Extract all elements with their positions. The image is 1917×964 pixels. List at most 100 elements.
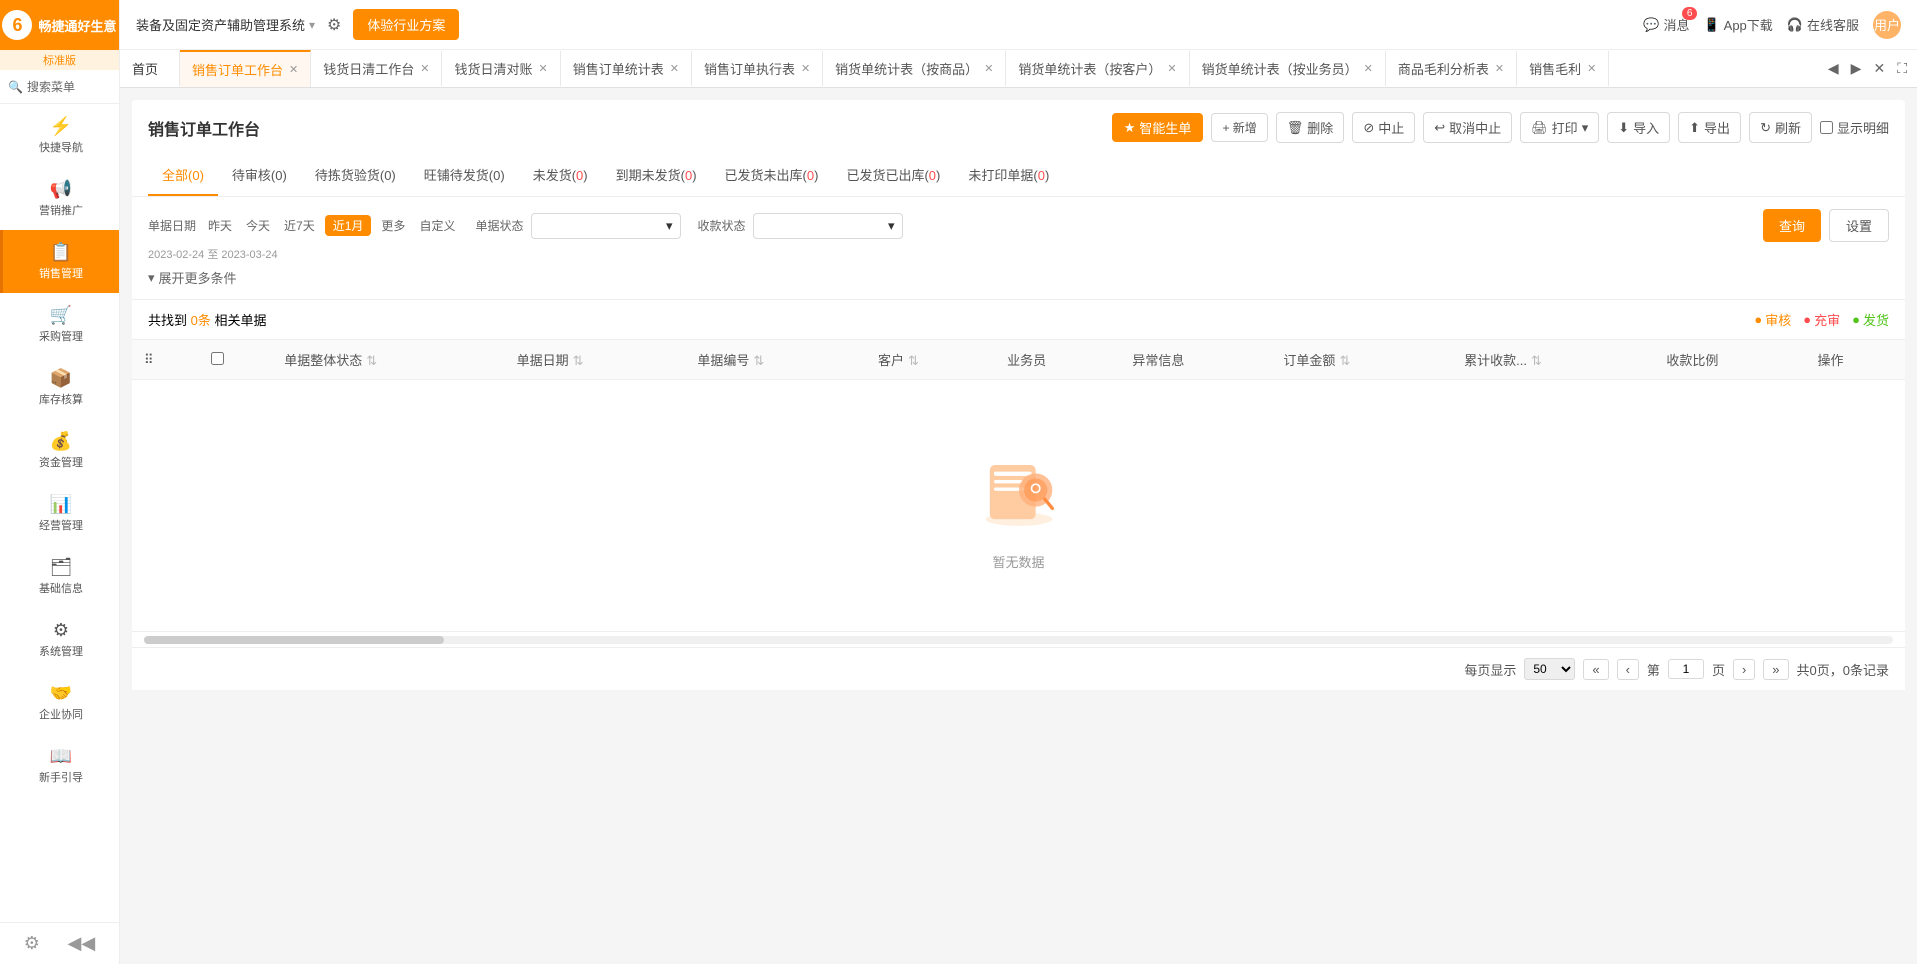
app-download-item[interactable]: 📱 App下载	[1703, 15, 1772, 34]
btn-smart-create[interactable]: ★ 智能生单	[1112, 113, 1204, 142]
btn-add[interactable]: + 新增	[1211, 113, 1267, 142]
date-option-自定义[interactable]: 自定义	[415, 215, 459, 236]
filter-tab-not-shipped[interactable]: 未发货(0)	[519, 155, 602, 196]
sidebar-item-system[interactable]: ⚙系统管理	[0, 608, 119, 671]
drag-icon: ⠿	[144, 352, 154, 367]
sidebar-item-sales[interactable]: 📋销售管理	[0, 230, 119, 293]
filter-tab-pending-check[interactable]: 待拣货验货(0)	[301, 155, 410, 196]
status-select[interactable]: ▾	[531, 213, 681, 239]
show-detail-checkbox[interactable]: 显示明细	[1820, 118, 1889, 137]
tab-close-sales-single-product[interactable]: ✕	[984, 62, 993, 75]
next-page-btn[interactable]: ›	[1733, 659, 1755, 680]
tab-sales-stats[interactable]: 销售订单统计表✕	[561, 51, 692, 86]
date-option-今天[interactable]: 今天	[242, 215, 274, 236]
payment-select[interactable]: ▾	[753, 213, 903, 239]
tab-close-sales-single-staff[interactable]: ✕	[1364, 62, 1373, 75]
expand-btn[interactable]: ▾ 展开更多条件	[148, 268, 237, 287]
sidebar-item-purchase[interactable]: 🛒采购管理	[0, 293, 119, 356]
filter-tab-all[interactable]: 全部(0)	[148, 155, 218, 196]
btn-query[interactable]: 查询	[1763, 209, 1821, 242]
pagination: 每页显示 2050100 « ‹ 第 页 › » 共0页，0条记录	[132, 647, 1905, 690]
page-content: 销售订单工作台 ★ 智能生单 + 新增 🗑 删除 ⊘ 中止 ↩ 取消中止	[120, 88, 1917, 964]
tab-maximize[interactable]: ⛶	[1895, 58, 1909, 79]
tab-close-cash-reconcile[interactable]: ✕	[538, 62, 547, 75]
btn-print[interactable]: 🖨 打印 ▾	[1520, 112, 1599, 143]
page-input[interactable]	[1668, 659, 1704, 679]
table-header: ⠿单据整体状态⇅单据日期⇅单据编号⇅客户⇅业务员异常信息订单金额⇅累计收款...…	[132, 340, 1905, 380]
date-option-更多[interactable]: 更多	[377, 215, 409, 236]
message-item[interactable]: 💬 消息 6	[1643, 15, 1689, 34]
tab-close-sales-exec[interactable]: ✕	[801, 62, 810, 75]
tab-close-gross-margin[interactable]: ✕	[1495, 62, 1504, 75]
tab-close-all[interactable]: ✕	[1871, 58, 1887, 79]
review-icon: ●	[1754, 312, 1762, 327]
filter-tab-shipped-out[interactable]: 已发货已出库(0)	[832, 155, 954, 196]
date-option-近7天[interactable]: 近7天	[280, 215, 319, 236]
filter-tab-overdue-not-shipped[interactable]: 到期未发货(0)	[602, 155, 711, 196]
tab-cash-reconcile[interactable]: 钱货日清对账✕	[442, 51, 560, 86]
status-select-arrow: ▾	[666, 218, 673, 234]
sidebar-item-coop[interactable]: 🤝企业协同	[0, 671, 119, 734]
collapse-icon[interactable]: ◀◀	[68, 933, 96, 954]
tab-close-sales-stats[interactable]: ✕	[670, 62, 679, 75]
tab-nav-prev[interactable]: ◀	[1826, 58, 1841, 79]
prev-page-btn[interactable]: ‹	[1617, 659, 1639, 680]
sidebar-item-quick-nav[interactable]: ⚡快捷导航	[0, 104, 119, 167]
header-settings-icon[interactable]: ⚙	[327, 15, 341, 35]
tab-gross-margin[interactable]: 商品毛利分析表✕	[1386, 51, 1517, 86]
sidebar-item-operation[interactable]: 📊经营管理	[0, 482, 119, 545]
sidebar-item-newbie[interactable]: 📖新手引导	[0, 734, 119, 797]
filter-tab-not-printed[interactable]: 未打印单据(0)	[954, 155, 1063, 196]
tab-sales-single-staff[interactable]: 销货单统计表（按业务员）✕	[1190, 51, 1386, 86]
sidebar-item-finance[interactable]: 💰资金管理	[0, 419, 119, 482]
tab-close-sales-workbench[interactable]: ✕	[289, 63, 298, 76]
btn-export[interactable]: ⬆ 导出	[1678, 112, 1741, 143]
last-page-btn[interactable]: »	[1763, 659, 1788, 680]
filter-tab-wangpu-ship[interactable]: 旺铺待发货(0)	[410, 155, 519, 196]
sidebar-item-inventory[interactable]: 📦库存核算	[0, 356, 119, 419]
tab-sales-more[interactable]: 销售毛利✕	[1517, 51, 1609, 86]
show-detail-input[interactable]	[1820, 121, 1833, 134]
nav-icon-operation: 📊	[50, 494, 72, 515]
select-all-checkbox[interactable]	[211, 352, 224, 365]
tab-sales-single-product[interactable]: 销货单统计表（按商品）✕	[823, 51, 1006, 86]
per-page-select[interactable]: 2050100	[1524, 658, 1575, 680]
scroll-thumb[interactable]	[144, 636, 444, 644]
btn-set[interactable]: 设置	[1829, 209, 1889, 242]
filter-tab-shipped-not-out[interactable]: 已发货未出库(0)	[711, 155, 833, 196]
data-table: ⠿单据整体状态⇅单据日期⇅单据编号⇅客户⇅业务员异常信息订单金额⇅累计收款...…	[132, 340, 1905, 380]
tab-sales-workbench[interactable]: 销售订单工作台✕	[180, 50, 311, 87]
tab-close-sales-single-customer[interactable]: ✕	[1167, 62, 1176, 75]
th-check[interactable]	[199, 340, 273, 380]
total-text: 共0页，0条记录	[1797, 660, 1889, 679]
sidebar-search[interactable]: 🔍 搜索菜单	[0, 70, 119, 104]
tab-home[interactable]: 首页	[120, 51, 180, 86]
sidebar-item-base-info[interactable]: 🗂基础信息	[0, 545, 119, 608]
tab-sales-exec[interactable]: 销售订单执行表✕	[692, 51, 823, 86]
user-item[interactable]: 用户	[1873, 11, 1901, 39]
first-page-btn[interactable]: «	[1583, 659, 1608, 680]
btn-refresh[interactable]: ↻ 刷新	[1749, 112, 1812, 143]
tab-cash-daily[interactable]: 钱货日清工作台✕	[311, 51, 442, 86]
tab-sales-single-customer[interactable]: 销货单统计表（按客户）✕	[1006, 51, 1189, 86]
sidebar-item-marketing[interactable]: 📢营销推广	[0, 167, 119, 230]
btn-import[interactable]: ⬇ 导入	[1607, 112, 1670, 143]
tab-close-sales-more[interactable]: ✕	[1587, 62, 1596, 75]
tab-nav-next[interactable]: ▶	[1849, 58, 1864, 79]
scroll-bar[interactable]	[132, 631, 1905, 647]
btn-batch-ship[interactable]: ● 发货	[1852, 310, 1889, 329]
date-options: 昨天今天近7天近1月更多自定义	[204, 215, 459, 236]
btn-stop[interactable]: ⊘ 中止	[1352, 112, 1415, 143]
btn-industry[interactable]: 体验行业方案	[353, 9, 459, 40]
filter-tab-pending-review[interactable]: 待审核(0)	[218, 155, 301, 196]
date-option-近1月[interactable]: 近1月	[325, 215, 372, 236]
btn-cancel-stop[interactable]: ↩ 取消中止	[1423, 112, 1512, 143]
dropdown-arrow-icon[interactable]: ▾	[309, 18, 315, 32]
btn-batch-cancel[interactable]: ● 充审	[1803, 310, 1840, 329]
btn-delete[interactable]: 🗑 删除	[1276, 112, 1345, 143]
online-service-item[interactable]: 🎧 在线客服	[1787, 15, 1859, 34]
date-option-昨天[interactable]: 昨天	[204, 215, 236, 236]
tab-close-cash-daily[interactable]: ✕	[420, 62, 429, 75]
btn-batch-review[interactable]: ● 审核	[1754, 310, 1791, 329]
gear-icon[interactable]: ⚙	[24, 933, 40, 954]
